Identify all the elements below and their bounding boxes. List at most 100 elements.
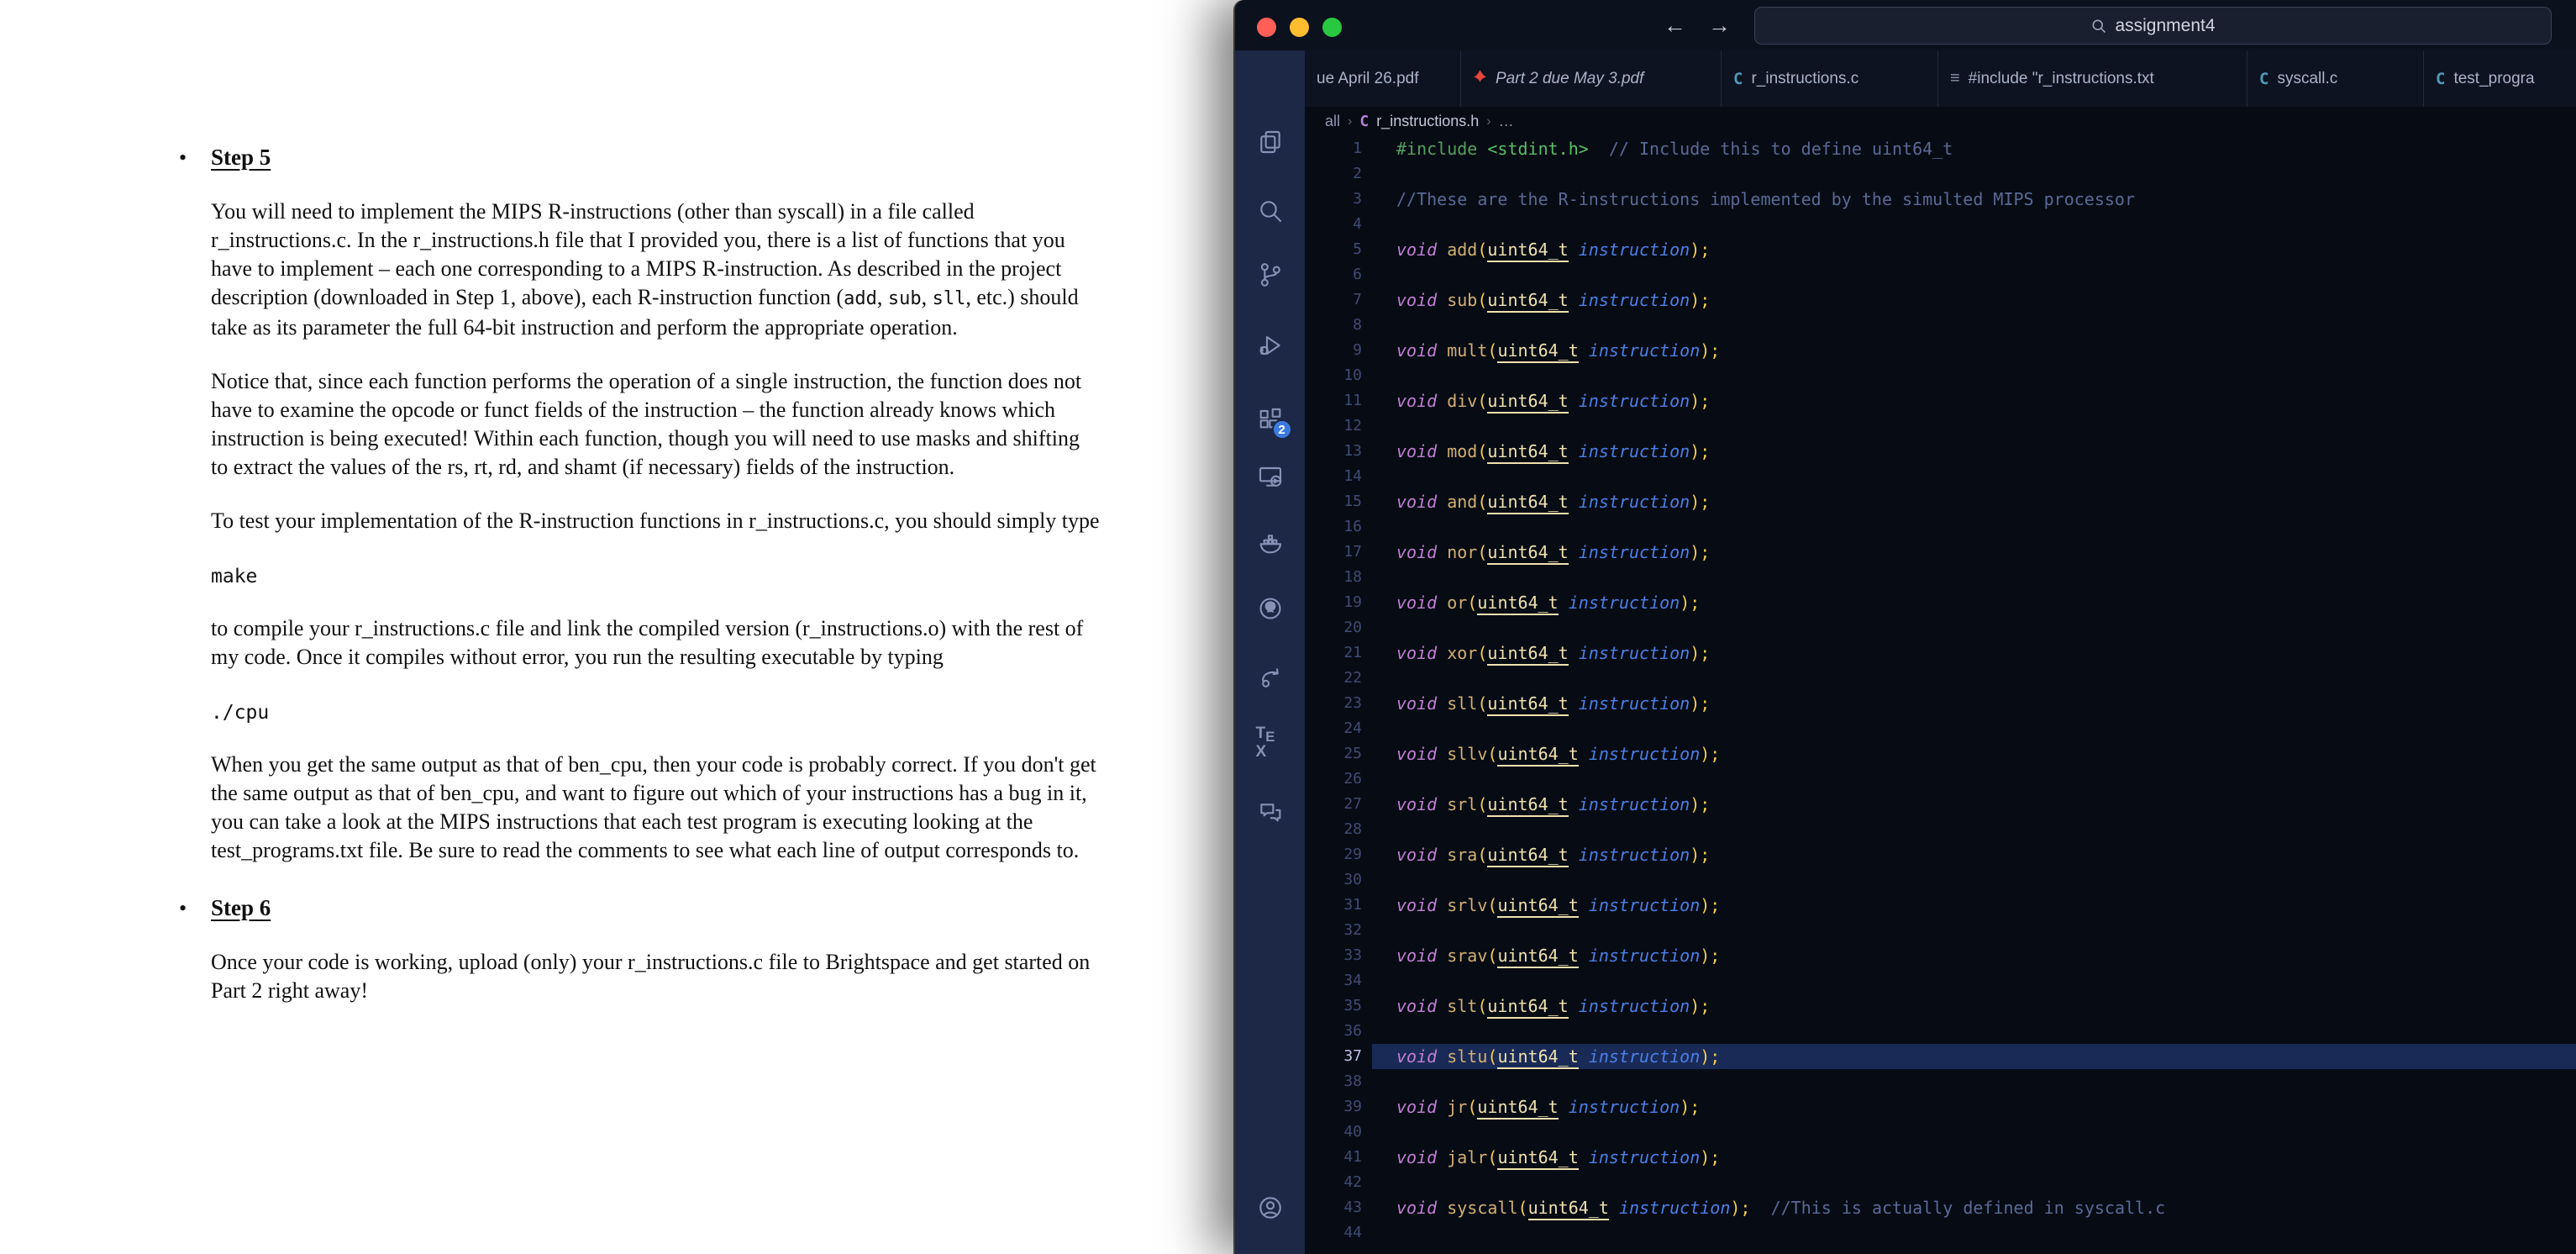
editor-tab-ue-april-26-pdf[interactable]: ue April 26.pdf <box>1305 50 1461 107</box>
code-line-text <box>1372 716 2576 741</box>
code-line-19: 19void or(uint64_t instruction); <box>1305 590 2576 615</box>
extensions-icon[interactable]: 2 <box>1256 405 1285 434</box>
breadcrumb-root[interactable]: all <box>1325 113 1340 130</box>
editor-tab-r-instructions-c[interactable]: Cr_instructions.c <box>1722 50 1938 107</box>
latex-workshop-icon[interactable]: TEX <box>1256 729 1285 757</box>
editor-tab-test-progra[interactable]: Ctest_progra <box>2424 50 2576 107</box>
back-arrow-icon[interactable]: ← <box>1664 12 1686 39</box>
line-number: 42 <box>1305 1170 1372 1195</box>
line-number: 39 <box>1305 1094 1372 1120</box>
code-editor[interactable]: 1#include <stdint.h> // Include this to … <box>1305 136 2576 1254</box>
code-line-40: 40 <box>1305 1120 2576 1145</box>
chevron-right-icon: › <box>1348 114 1352 129</box>
code-line-5: 5void add(uint64_t instruction); <box>1305 237 2576 262</box>
line-number: 31 <box>1305 893 1372 918</box>
step-heading: •Step 6 <box>179 893 1128 923</box>
paragraph-text: When you get the same output as that of … <box>211 752 1096 862</box>
breadcrumb-more[interactable]: … <box>1499 113 1514 130</box>
doc-paragraph: To test your implementation of the R-ins… <box>211 507 1100 535</box>
code-line-43: 43void syscall(uint64_t instruction); //… <box>1305 1195 2576 1220</box>
minimize-window-button[interactable] <box>1290 18 1309 37</box>
close-window-button[interactable] <box>1257 18 1276 37</box>
editor-tab-part-2-due-may-3-pdf[interactable]: Part 2 due May 3.pdf <box>1461 50 1722 107</box>
code-line-text <box>1372 363 2576 388</box>
code-line-6: 6 <box>1305 262 2576 287</box>
code-line-text <box>1372 867 2576 893</box>
account-icon[interactable] <box>1256 1193 1285 1222</box>
line-number: 4 <box>1305 212 1372 237</box>
breadcrumb-file[interactable]: r_instructions.h <box>1376 113 1479 130</box>
code-line-text <box>1372 514 2576 540</box>
code-line-18: 18 <box>1305 565 2576 590</box>
remote-explorer-icon[interactable] <box>1256 462 1285 491</box>
code-line-text: void slt(uint64_t instruction); <box>1372 993 2576 1019</box>
tab-label: syscall.c <box>2277 70 2337 88</box>
docker-icon[interactable] <box>1256 529 1285 557</box>
tab-label: test_progra <box>2453 70 2534 88</box>
line-number: 43 <box>1305 1195 1372 1220</box>
source-control-icon[interactable] <box>1256 261 1285 289</box>
code-line-42: 42 <box>1305 1170 2576 1195</box>
bullet-icon: • <box>179 144 211 172</box>
code-line-text: //These are the R-instructions implement… <box>1372 187 2576 212</box>
code-line-11: 11void div(uint64_t instruction); <box>1305 388 2576 414</box>
code-line-text: #include <stdint.h> // Include this to d… <box>1372 136 2576 161</box>
code-line-text <box>1372 262 2576 287</box>
doc-paragraph: When you get the same output as that of … <box>211 751 1100 865</box>
line-number: 7 <box>1305 287 1372 313</box>
paragraph-text: Once your code is working, upload (only)… <box>211 950 1090 1003</box>
line-number: 17 <box>1305 540 1372 565</box>
code-line-13: 13void mod(uint64_t instruction); <box>1305 439 2576 464</box>
doc-paragraph: You will need to implement the MIPS R-in… <box>211 198 1100 342</box>
code-line-7: 7void sub(uint64_t instruction); <box>1305 287 2576 313</box>
line-number: 27 <box>1305 792 1372 817</box>
code-line-10: 10 <box>1305 363 2576 388</box>
code-line-text <box>1372 666 2576 691</box>
paragraph-text: , <box>877 285 888 309</box>
code-line-41: 41void jalr(uint64_t instruction); <box>1305 1145 2576 1170</box>
line-number: 44 <box>1305 1220 1372 1246</box>
line-number: 16 <box>1305 514 1372 540</box>
code-line-text <box>1372 767 2576 792</box>
inline-code: sll <box>933 288 966 309</box>
command-center-search[interactable]: assignment4 <box>1754 7 2552 45</box>
code-line-14: 14 <box>1305 464 2576 489</box>
code-line-9: 9void mult(uint64_t instruction); <box>1305 338 2576 363</box>
code-line-27: 27void srl(uint64_t instruction); <box>1305 792 2576 817</box>
code-line-2: 2 <box>1305 161 2576 187</box>
step-heading-text: Step 6 <box>211 893 271 922</box>
code-line-text: void div(uint64_t instruction); <box>1372 388 2576 414</box>
zoom-window-button[interactable] <box>1322 18 1342 37</box>
code-line-text: void or(uint64_t instruction); <box>1372 590 2576 615</box>
live-share-icon[interactable] <box>1256 663 1285 692</box>
code-line-1: 1#include <stdint.h> // Include this to … <box>1305 136 2576 161</box>
code-line-32: 32 <box>1305 918 2576 943</box>
code-line-text <box>1372 1170 2576 1195</box>
c-file-icon: C <box>2436 70 2445 88</box>
line-number: 28 <box>1305 817 1372 842</box>
code-line-3: 3//These are the R-instructions implemen… <box>1305 187 2576 212</box>
code-line-15: 15void and(uint64_t instruction); <box>1305 489 2576 514</box>
editor-tab--include-r-instructions-txt[interactable]: ≡#include "r_instructions.txt <box>1938 50 2247 107</box>
line-number: 36 <box>1305 1019 1372 1044</box>
editor-tab-syscall-c[interactable]: Csyscall.c <box>2247 50 2424 107</box>
code-line-21: 21void xor(uint64_t instruction); <box>1305 640 2576 666</box>
comments-icon[interactable] <box>1256 798 1285 826</box>
code-line-37[interactable]: 37void sltu(uint64_t instruction); <box>1305 1044 2576 1069</box>
activity-bar: 2TEX⚙ <box>1235 50 1305 1254</box>
text-file-icon: ≡ <box>1950 69 1960 88</box>
line-number: 32 <box>1305 918 1372 943</box>
line-number: 14 <box>1305 464 1372 489</box>
line-number: 13 <box>1305 439 1372 464</box>
code-line-30: 30 <box>1305 867 2576 893</box>
tab-label: ue April 26.pdf <box>1317 70 1418 88</box>
code-line-25: 25void sllv(uint64_t instruction); <box>1305 741 2576 767</box>
forward-arrow-icon[interactable]: → <box>1708 12 1731 39</box>
run-debug-icon[interactable] <box>1256 331 1285 360</box>
code-line-33: 33void srav(uint64_t instruction); <box>1305 943 2576 968</box>
github-icon[interactable] <box>1256 594 1285 623</box>
code-line-text: void srlv(uint64_t instruction); <box>1372 893 2576 918</box>
code-line-text <box>1372 313 2576 338</box>
search-icon[interactable] <box>1256 197 1285 225</box>
explorer-icon[interactable] <box>1256 128 1285 156</box>
